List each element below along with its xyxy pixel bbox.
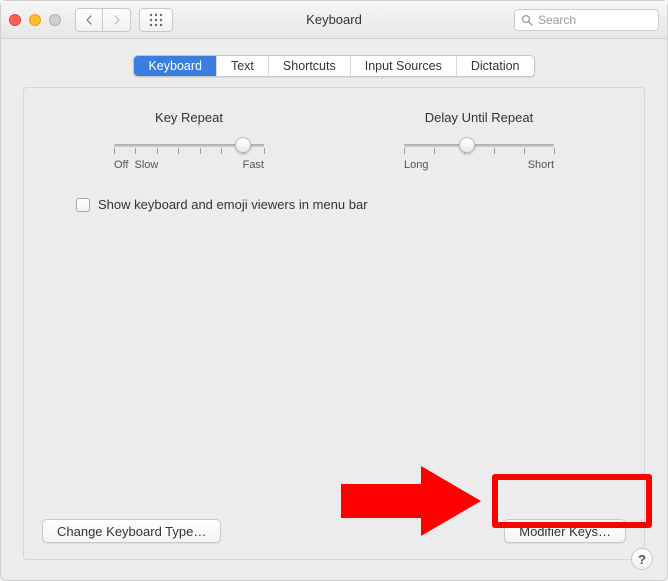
forward-button[interactable] (103, 8, 131, 32)
tab-input-sources[interactable]: Input Sources (350, 56, 456, 76)
key-repeat-off-label: Off (114, 159, 128, 171)
slider-thumb[interactable] (235, 137, 251, 153)
traffic-lights (9, 14, 61, 26)
key-repeat-left-label: Slow (134, 159, 158, 171)
help-icon: ? (638, 552, 646, 567)
tab-segmented-control: Keyboard Text Shortcuts Input Sources Di… (133, 55, 534, 77)
search-field-wrap[interactable] (514, 9, 659, 31)
delay-label: Delay Until Repeat (425, 110, 533, 125)
delay-block: Delay Until Repeat Long Short (354, 110, 604, 171)
delay-ends: Long Short (404, 159, 554, 171)
modifier-keys-button[interactable]: Modifier Keys… (504, 519, 626, 543)
grid-icon (149, 13, 163, 27)
slider-track-line (404, 144, 554, 147)
key-repeat-ends: Off Slow Fast (114, 159, 264, 171)
delay-left-label: Long (404, 159, 428, 171)
tab-keyboard[interactable]: Keyboard (134, 56, 216, 76)
close-window-button[interactable] (9, 14, 21, 26)
titlebar: Keyboard (1, 1, 667, 39)
show-all-button[interactable] (139, 8, 173, 32)
search-input[interactable] (538, 13, 652, 27)
tab-text[interactable]: Text (216, 56, 268, 76)
delay-slider[interactable] (404, 135, 554, 155)
change-keyboard-type-button[interactable]: Change Keyboard Type… (42, 519, 221, 543)
zoom-window-button[interactable] (49, 14, 61, 26)
bottom-button-row: Change Keyboard Type… Modifier Keys… (42, 519, 626, 543)
tab-dictation[interactable]: Dictation (456, 56, 534, 76)
chevron-left-icon (85, 15, 93, 25)
chevron-right-icon (113, 15, 121, 25)
search-icon (521, 14, 533, 26)
show-viewers-checkbox[interactable] (76, 198, 90, 212)
tab-bar: Keyboard Text Shortcuts Input Sources Di… (1, 39, 667, 87)
key-repeat-slider[interactable] (114, 135, 264, 155)
show-viewers-row[interactable]: Show keyboard and emoji viewers in menu … (76, 197, 604, 212)
keyboard-prefs-window: Keyboard Keyboard Text Shortcuts Input S… (0, 0, 668, 581)
key-repeat-block: Key Repeat Off Slow Fast (64, 110, 314, 171)
keyboard-pane: Key Repeat Off Slow Fast Delay Until Rep… (23, 87, 645, 560)
sliders-row: Key Repeat Off Slow Fast Delay Until Rep… (64, 110, 604, 171)
show-viewers-checkbox-label: Show keyboard and emoji viewers in menu … (98, 197, 368, 212)
minimize-window-button[interactable] (29, 14, 41, 26)
help-button[interactable]: ? (631, 548, 653, 570)
tab-shortcuts[interactable]: Shortcuts (268, 56, 350, 76)
key-repeat-right-label: Fast (243, 159, 264, 171)
nav-buttons (75, 8, 131, 32)
delay-right-label: Short (528, 159, 554, 171)
slider-thumb[interactable] (459, 137, 475, 153)
key-repeat-label: Key Repeat (155, 110, 223, 125)
back-button[interactable] (75, 8, 103, 32)
